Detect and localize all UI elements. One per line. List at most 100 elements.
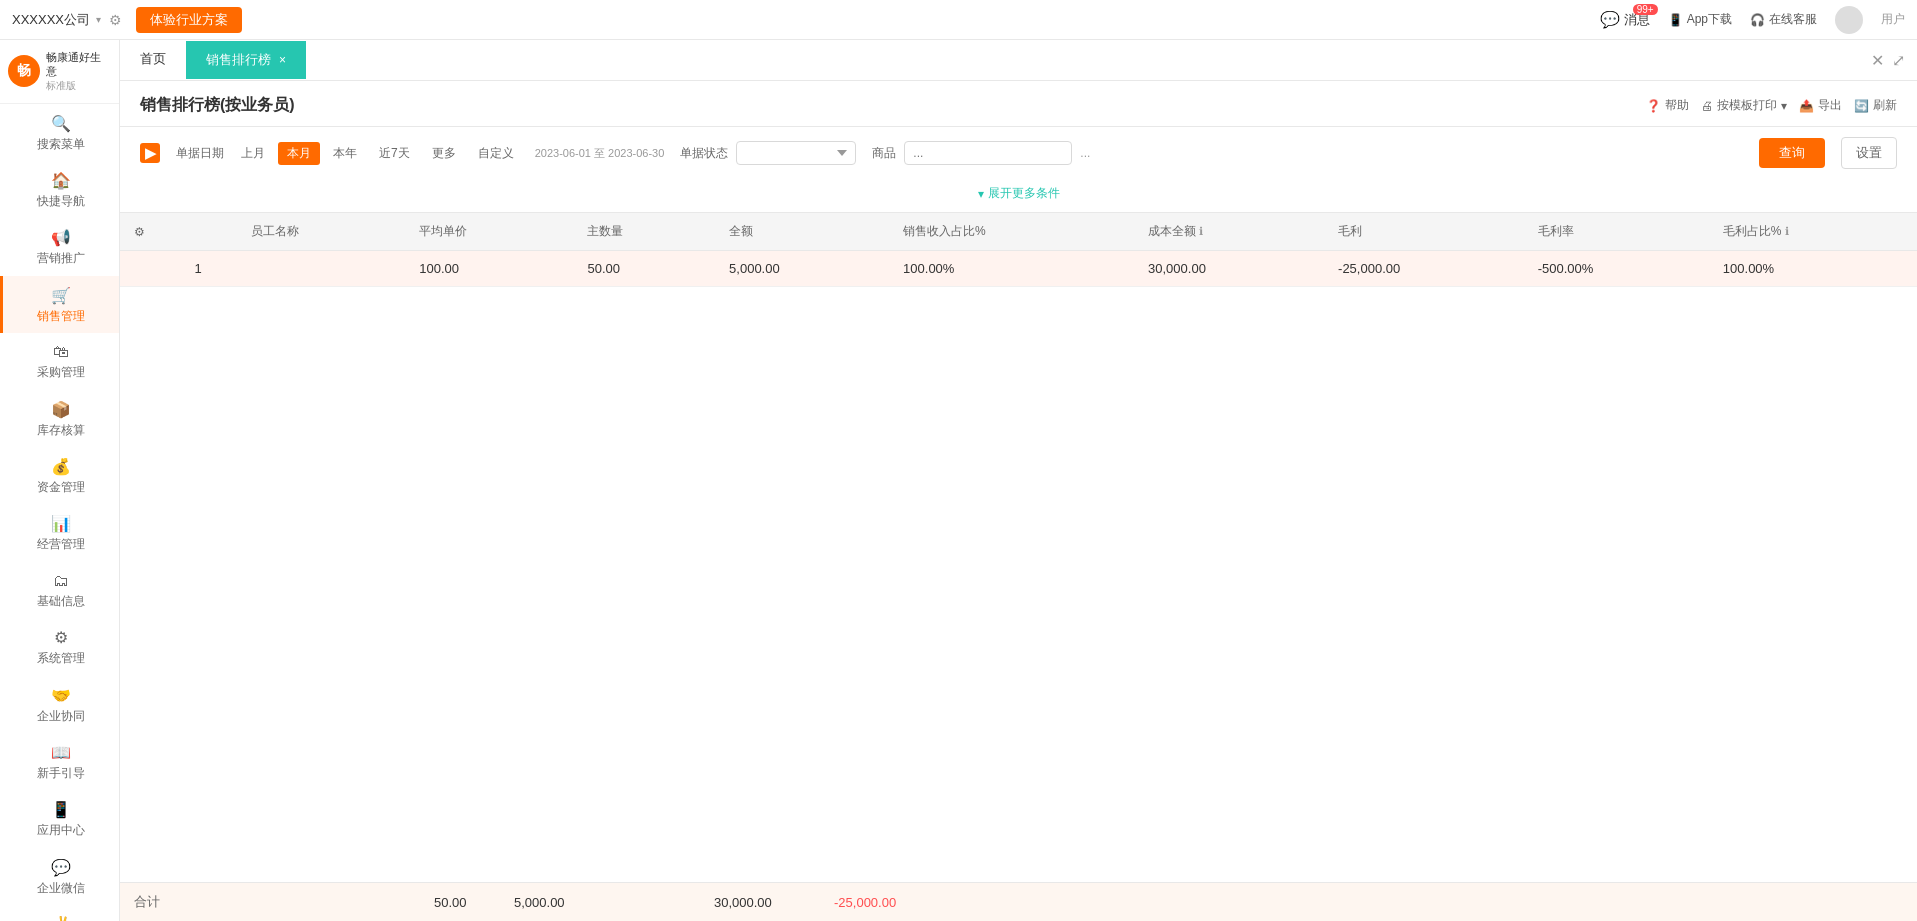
refresh-label: 刷新 [1873, 97, 1897, 114]
company-chevron-icon: ▾ [96, 14, 101, 25]
sidebar-item-marketing[interactable]: 📢 营销推广 [0, 218, 119, 275]
footer-gross-profit: -25,000.00 [834, 895, 954, 910]
company-selector[interactable]: XXXXXX公司 ▾ [12, 11, 101, 29]
goods-filter-label: 商品 [872, 145, 896, 162]
operations-icon: 📊 [51, 514, 71, 533]
trial-button[interactable]: 体验行业方案 [136, 7, 242, 33]
sidebar-label-purchase: 采购管理 [37, 365, 85, 379]
chip-last-month[interactable]: 上月 [232, 142, 274, 165]
header-row: ⚙ 员工名称 平均单价 主数量 全额 销售收入占比% 成本全额 ℹ 毛利 [120, 213, 1917, 251]
sidebar-label-guide: 新手引导 [37, 766, 85, 780]
inventory-icon: 📦 [51, 400, 71, 419]
sidebar-item-enterprise-wechat[interactable]: 💬 企业微信 [0, 848, 119, 905]
help-button[interactable]: ❓ 帮助 [1646, 97, 1689, 114]
expand-row-button[interactable]: ▶ [140, 143, 160, 163]
sidebar-label-app-center: 应用中心 [37, 823, 85, 837]
online-support-link[interactable]: 🎧 在线客服 [1750, 11, 1817, 28]
print-icon: 🖨 [1701, 99, 1713, 113]
chip-this-year[interactable]: 本年 [324, 142, 366, 165]
row-main-qty: 50.00 [573, 251, 715, 287]
sidebar-item-purchase[interactable]: 🛍 采购管理 [0, 333, 119, 389]
sidebar-item-app-center[interactable]: 📱 应用中心 [0, 790, 119, 847]
top-right-area: 💬 消息 99+ 📱 App下载 🎧 在线客服 用户 [1600, 6, 1905, 34]
status-filter-label: 单据状态 [680, 145, 728, 162]
table-area: ⚙ 员工名称 平均单价 主数量 全额 销售收入占比% 成本全额 ℹ 毛利 [120, 213, 1917, 882]
export-button[interactable]: 📤 导出 [1799, 97, 1842, 114]
expand-more-btn[interactable]: ▾ 展开更多条件 [978, 185, 1060, 202]
print-label: 按模板打印 [1717, 97, 1777, 114]
tab-sales-ranking[interactable]: 销售排行榜 × [186, 41, 306, 79]
top-bar: XXXXXX公司 ▾ ⚙ 体验行业方案 💬 消息 99+ 📱 App下载 🎧 在… [0, 0, 1917, 40]
col-settings-icon[interactable]: ⚙ [120, 213, 159, 251]
settings-button[interactable]: 设置 [1841, 137, 1897, 169]
sidebar-label-finance: 资金管理 [37, 480, 85, 494]
user-avatar[interactable] [1835, 6, 1863, 34]
sidebar-item-system[interactable]: ⚙ 系统管理 [0, 618, 119, 675]
sidebar-item-basic-info[interactable]: 🗂 基础信息 [0, 562, 119, 618]
refresh-button[interactable]: 🔄 刷新 [1854, 97, 1897, 114]
app-download-link[interactable]: 📱 App下载 [1668, 11, 1732, 28]
tab-home[interactable]: 首页 [120, 40, 186, 80]
sidebar-item-inventory[interactable]: 📦 库存核算 [0, 390, 119, 447]
col-main-qty-header: 主数量 [573, 213, 715, 251]
footer-cost: 30,000.00 [714, 895, 834, 910]
company-name: XXXXXX公司 [12, 11, 90, 29]
sidebar-item-operations[interactable]: 📊 经营管理 [0, 504, 119, 561]
tab-bar-right: ✕ ⤢ [1871, 51, 1917, 70]
app-center-icon: 📱 [51, 800, 71, 819]
finance-icon: 💰 [51, 457, 71, 476]
sidebar-item-quick-nav[interactable]: 🏠 快捷导航 [0, 161, 119, 218]
app-download-label: App下载 [1687, 11, 1732, 28]
vip-icon: ✌ [51, 915, 71, 921]
marketing-icon: 📢 [51, 228, 71, 247]
purchase-icon: 🛍 [53, 343, 69, 361]
close-window-icon[interactable]: ✕ [1871, 51, 1884, 70]
col-gross-rate-header: 毛利率 [1524, 213, 1709, 251]
sidebar-item-sales[interactable]: 🛒 销售管理 [0, 276, 119, 333]
date-range-text: 2023-06-01 至 2023-06-30 [535, 146, 665, 161]
tab-close-icon[interactable]: × [279, 53, 286, 67]
footer-label: 合计 [134, 893, 334, 911]
row-gross-ratio: 100.00% [1709, 251, 1917, 287]
footer-main-qty: 50.00 [434, 895, 514, 910]
status-select[interactable] [736, 141, 856, 165]
col-amount-header: 全额 [715, 213, 889, 251]
company-settings-icon[interactable]: ⚙ [109, 12, 122, 28]
phone-icon: 📱 [1668, 13, 1683, 27]
expand-more-label: 展开更多条件 [988, 185, 1060, 202]
sidebar-label-basic-info: 基础信息 [37, 594, 85, 608]
user-name: 用户 [1881, 11, 1905, 28]
chip-more[interactable]: 更多 [423, 142, 465, 165]
goods-more-icon[interactable]: ... [1080, 146, 1090, 160]
notification-area[interactable]: 💬 消息 99+ [1600, 10, 1650, 29]
home-icon: 🏠 [51, 171, 71, 190]
sidebar-item-vip[interactable]: ✌ 畅会员 [0, 905, 119, 921]
footer-amount: 5,000.00 [514, 895, 614, 910]
sidebar-item-enterprise-collab[interactable]: 🤝 企业协同 [0, 676, 119, 733]
sidebar-label-marketing: 营销推广 [37, 251, 85, 265]
help-label: 帮助 [1665, 97, 1689, 114]
chip-this-month[interactable]: 本月 [278, 142, 320, 165]
print-button[interactable]: 🖨 按模板打印 ▾ [1701, 97, 1787, 114]
date-filter-group: 单据日期 上月 本月 本年 近7天 更多 自定义 2023-06-01 至 20… [176, 142, 664, 165]
system-icon: ⚙ [54, 628, 68, 647]
goods-filter-group: 商品 ... [872, 141, 1090, 165]
sidebar-item-search-orders[interactable]: 🔍 搜索菜单 [0, 104, 119, 161]
sidebar-item-finance[interactable]: 💰 资金管理 [0, 447, 119, 504]
data-table: ⚙ 员工名称 平均单价 主数量 全额 销售收入占比% 成本全额 ℹ 毛利 [120, 213, 1917, 287]
maximize-window-icon[interactable]: ⤢ [1892, 51, 1905, 70]
logo-sub: 标准版 [46, 79, 111, 93]
expand-chevron-icon: ▾ [978, 187, 984, 201]
content-area: 首页 销售排行榜 × ✕ ⤢ 销售排行榜(按业务员) ❓ 帮助 [120, 40, 1917, 921]
chip-7-days[interactable]: 近7天 [370, 142, 419, 165]
query-button[interactable]: 查询 [1759, 138, 1825, 168]
sidebar-item-new-guide[interactable]: 📖 新手引导 [0, 733, 119, 790]
cost-help-icon[interactable]: ℹ [1199, 225, 1203, 237]
cost-label: 成本全额 [1148, 224, 1196, 238]
logo-area: 畅 畅康通好生意 标准版 [0, 40, 119, 104]
table-header: ⚙ 员工名称 平均单价 主数量 全额 销售收入占比% 成本全额 ℹ 毛利 [120, 213, 1917, 251]
chip-custom[interactable]: 自定义 [469, 142, 523, 165]
gross-ratio-help-icon[interactable]: ℹ [1785, 225, 1789, 237]
goods-input[interactable] [904, 141, 1072, 165]
collab-icon: 🤝 [51, 686, 71, 705]
